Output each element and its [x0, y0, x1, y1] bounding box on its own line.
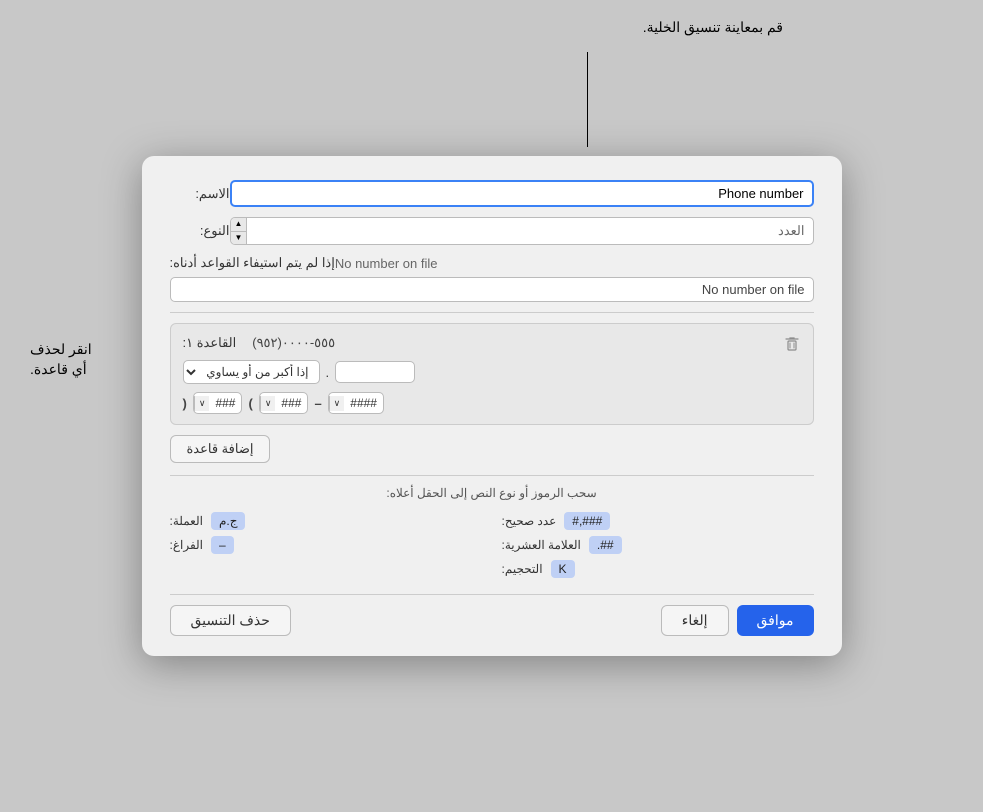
type-stepper-arrows: ▲ ▼ [231, 218, 248, 244]
token-currency-row: ج.م العملة: [170, 512, 482, 530]
type-stepper[interactable]: ▲ ▼ [230, 217, 814, 245]
type-stepper-down[interactable]: ▼ [231, 232, 247, 245]
rule-1-condition-input[interactable] [335, 361, 415, 383]
format-segment-3a: ### ∨ [193, 392, 243, 414]
format-segment-3b-text: ### [275, 393, 307, 413]
format-segment-3b-arrow[interactable]: ∨ [260, 396, 276, 411]
token-empty [170, 560, 482, 578]
rule-1-dot: . [326, 365, 330, 380]
paren-open: ( [183, 396, 187, 411]
format-segment-4: #### ∨ [328, 392, 384, 414]
name-input[interactable] [230, 180, 814, 207]
rule-1-format-row: #### ∨ – ### ∨ ) ### ∨ ( [183, 392, 801, 414]
divider-3 [170, 594, 814, 595]
divider-2 [170, 475, 814, 476]
if-rules-label: إذا لم يتم استيفاء القواعد أدناه: [170, 255, 335, 271]
format-segment-4-arrow[interactable]: ∨ [329, 396, 345, 411]
annotation-top: قم بمعاينة تنسيق الخلية. [643, 18, 783, 38]
type-row: ▲ ▼ النوع: [170, 217, 814, 245]
rule-1-condition-select[interactable]: إذا أكبر من أو يساوي [183, 360, 320, 384]
format-dialog: الاسم: ▲ ▼ النوع: No number on file إذا … [142, 156, 842, 656]
name-row: الاسم: [170, 180, 814, 207]
token-decimal-row: .## العلامة العشرية: [502, 536, 814, 554]
if-rules-row: No number on file إذا لم يتم استيفاء الق… [170, 255, 814, 271]
type-label: النوع: [180, 223, 230, 239]
annotation-left: انقر لحذف أي قاعدة. [30, 340, 92, 379]
token-decimal-label: العلامة العشرية: [502, 538, 581, 552]
drag-hint: سحب الرموز أو نوع النص إلى الحقل أعلاه: [170, 486, 814, 500]
no-number-inline: No number on file [335, 256, 438, 271]
divider-1 [170, 312, 814, 313]
delete-format-button[interactable]: حذف التنسيق [170, 605, 291, 636]
token-space-label: الفراغ: [170, 538, 204, 552]
tokens-grid: #,### عدد صحيح: ج.م العملة: .## العلامة … [170, 512, 814, 578]
paren-close: ) [248, 396, 252, 411]
type-stepper-up[interactable]: ▲ [231, 218, 247, 232]
left-buttons: موافق إلغاء [661, 605, 814, 636]
dash-label: – [314, 396, 321, 411]
add-rule-button[interactable]: إضافة قاعدة [170, 435, 271, 463]
format-segment-3b: ### ∨ [259, 392, 309, 414]
rule-1-header: (٩٥٢)٥٥٥-٠٠٠٠ القاعدة ١: [183, 334, 801, 352]
token-currency-label: العملة: [170, 514, 203, 528]
rule-1-box: (٩٥٢)٥٥٥-٠٠٠٠ القاعدة ١: . إذا أكبر من أ… [170, 323, 814, 425]
token-space-badge[interactable]: – [211, 536, 234, 554]
add-rule-row: إضافة قاعدة [170, 435, 814, 463]
type-input[interactable] [247, 220, 812, 243]
cancel-button[interactable]: إلغاء [661, 605, 729, 636]
token-integer-row: #,### عدد صحيح: [502, 512, 814, 530]
rule-1-preview: (٩٥٢)٥٥٥-٠٠٠٠ [252, 335, 335, 351]
token-space-row: – الفراغ: [170, 536, 482, 554]
format-segment-4-text: #### [344, 393, 383, 413]
token-integer-label: عدد صحيح: [502, 514, 557, 528]
format-segment-3a-text: ### [209, 393, 241, 413]
button-row: موافق إلغاء حذف التنسيق [170, 605, 814, 636]
token-scale-badge[interactable]: K [551, 560, 575, 578]
rule-1-condition-row: . إذا أكبر من أو يساوي [183, 360, 801, 384]
name-label: الاسم: [180, 186, 230, 202]
token-scale-label: التحجيم: [502, 562, 543, 576]
ok-button[interactable]: موافق [737, 605, 814, 636]
token-scale-row: K التحجيم: [502, 560, 814, 578]
annotation-line-top [587, 52, 588, 147]
token-integer-badge[interactable]: #,### [564, 512, 610, 530]
token-decimal-badge[interactable]: .## [589, 536, 622, 554]
token-currency-badge[interactable]: ج.م [211, 512, 246, 530]
rule-1-title: القاعدة ١: [183, 335, 237, 351]
no-number-display: No number on file [170, 277, 814, 302]
trash-icon[interactable] [783, 334, 801, 352]
format-segment-3a-arrow[interactable]: ∨ [194, 396, 210, 411]
